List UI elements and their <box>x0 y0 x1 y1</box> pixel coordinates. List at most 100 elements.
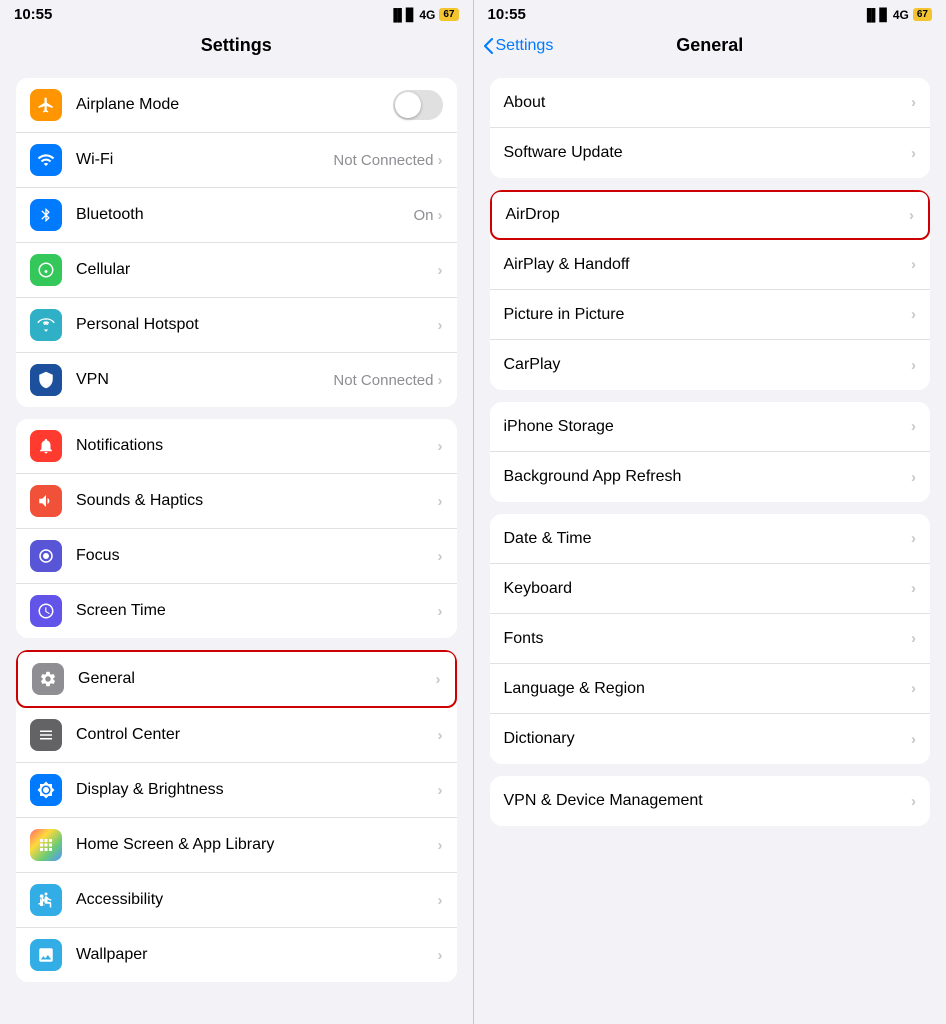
carplay-label: CarPlay <box>504 356 912 374</box>
row-sounds[interactable]: Sounds & Haptics › <box>16 474 457 529</box>
vpn-icon-wrap <box>30 364 62 396</box>
row-screentime[interactable]: Screen Time › <box>16 584 457 638</box>
airdrop-chevron: › <box>909 207 914 224</box>
notifs-chevron: › <box>438 438 443 455</box>
airplane-label: Airplane Mode <box>76 96 393 114</box>
homescreen-chevron: › <box>438 837 443 854</box>
status-icons-right: ▐▌▊ 4G 67 <box>863 8 932 22</box>
hotspot-chevron: › <box>438 317 443 334</box>
settings-header: Settings <box>0 27 473 66</box>
section-about: About › Software Update › <box>490 78 931 178</box>
airplane-icon-wrap <box>30 89 62 121</box>
section-general: General › Control Center › Displ <box>16 650 457 982</box>
row-vpn[interactable]: VPN Not Connected › <box>16 353 457 407</box>
row-cellular[interactable]: Cellular › <box>16 243 457 298</box>
softwareupdate-label: Software Update <box>504 144 912 162</box>
row-hotspot[interactable]: Personal Hotspot › <box>16 298 457 353</box>
accessibility-label: Accessibility <box>76 891 438 909</box>
row-about[interactable]: About › <box>490 78 931 128</box>
airplane-toggle[interactable] <box>393 90 443 120</box>
screentime-chevron: › <box>438 603 443 620</box>
row-fonts[interactable]: Fonts › <box>490 614 931 664</box>
row-display[interactable]: Display & Brightness › <box>16 763 457 818</box>
back-button[interactable]: Settings <box>484 37 554 55</box>
row-keyboard[interactable]: Keyboard › <box>490 564 931 614</box>
row-airdrop[interactable]: AirDrop › <box>490 190 931 240</box>
general-title: General <box>676 35 743 56</box>
wifi-label: Wi-Fi <box>76 151 333 169</box>
bluetooth-value: On <box>413 207 433 224</box>
homescreen-label: Home Screen & App Library <box>76 836 438 854</box>
language-chevron: › <box>911 680 916 697</box>
fonts-chevron: › <box>911 630 916 647</box>
wifi-chevron: › <box>438 152 443 169</box>
time-right: 10:55 <box>488 6 526 23</box>
battery-left: 67 <box>439 8 458 21</box>
notifs-icon-wrap <box>30 430 62 462</box>
focus-label: Focus <box>76 547 438 565</box>
left-scroll[interactable]: Airplane Mode Wi-Fi Not Connected › <box>0 66 473 1024</box>
row-general[interactable]: General › <box>16 650 457 708</box>
hotspot-label: Personal Hotspot <box>76 316 438 334</box>
network-type-right: 4G <box>893 8 909 22</box>
about-chevron: › <box>911 94 916 111</box>
right-scroll[interactable]: About › Software Update › AirDrop › AirP… <box>474 66 946 1024</box>
status-bar-right: 10:55 ▐▌▊ 4G 67 <box>474 0 946 27</box>
cellular-chevron: › <box>438 262 443 279</box>
section-airdrop: AirDrop › AirPlay & Handoff › Picture in… <box>490 190 931 390</box>
iphonestorage-label: iPhone Storage <box>504 418 912 436</box>
carplay-chevron: › <box>911 357 916 374</box>
row-airplay[interactable]: AirPlay & Handoff › <box>490 240 931 290</box>
cellular-icon-wrap <box>30 254 62 286</box>
sounds-chevron: › <box>438 493 443 510</box>
section-notifications: Notifications › Sounds & Haptics › <box>16 419 457 638</box>
bluetooth-chevron: › <box>438 207 443 224</box>
row-bgapprefresh[interactable]: Background App Refresh › <box>490 452 931 502</box>
vpn-chevron: › <box>438 372 443 389</box>
left-panel: 10:55 ▐▌▊ 4G 67 Settings Airplane Mode <box>0 0 474 1024</box>
row-vpndevice[interactable]: VPN & Device Management › <box>490 776 931 826</box>
airplay-chevron: › <box>911 256 916 273</box>
row-softwareupdate[interactable]: Software Update › <box>490 128 931 178</box>
bgapprefresh-label: Background App Refresh <box>504 468 912 486</box>
battery-right: 67 <box>913 8 932 21</box>
row-homescreen[interactable]: Home Screen & App Library › <box>16 818 457 873</box>
wifi-icon-wrap <box>30 144 62 176</box>
section-connectivity: Airplane Mode Wi-Fi Not Connected › <box>16 78 457 407</box>
vpn-value: Not Connected <box>333 372 433 389</box>
general-nav-header: Settings General <box>474 27 946 66</box>
section-storage: iPhone Storage › Background App Refresh … <box>490 402 931 502</box>
right-panel: 10:55 ▐▌▊ 4G 67 Settings General About ›… <box>474 0 946 1024</box>
row-carplay[interactable]: CarPlay › <box>490 340 931 390</box>
general-chevron: › <box>436 671 441 688</box>
screentime-icon-wrap <box>30 595 62 627</box>
row-iphonestorage[interactable]: iPhone Storage › <box>490 402 931 452</box>
settings-title: Settings <box>201 35 272 55</box>
section-vpnmgmt: VPN & Device Management › <box>490 776 931 826</box>
row-airplane[interactable]: Airplane Mode <box>16 78 457 133</box>
row-wifi[interactable]: Wi-Fi Not Connected › <box>16 133 457 188</box>
row-pictureinpicture[interactable]: Picture in Picture › <box>490 290 931 340</box>
row-bluetooth[interactable]: Bluetooth On › <box>16 188 457 243</box>
row-accessibility[interactable]: Accessibility › <box>16 873 457 928</box>
iphonestorage-chevron: › <box>911 418 916 435</box>
row-notifications[interactable]: Notifications › <box>16 419 457 474</box>
vpndevice-chevron: › <box>911 793 916 810</box>
accessibility-chevron: › <box>438 892 443 909</box>
row-wallpaper[interactable]: Wallpaper › <box>16 928 457 982</box>
row-controlcenter[interactable]: Control Center › <box>16 708 457 763</box>
wallpaper-icon-wrap <box>30 939 62 971</box>
dictionary-label: Dictionary <box>504 730 912 748</box>
controlcenter-label: Control Center <box>76 726 438 744</box>
section-datetime: Date & Time › Keyboard › Fonts › Languag… <box>490 514 931 764</box>
fonts-label: Fonts <box>504 630 912 648</box>
softwareupdate-chevron: › <box>911 145 916 162</box>
row-focus[interactable]: Focus › <box>16 529 457 584</box>
bluetooth-label: Bluetooth <box>76 206 413 224</box>
row-language[interactable]: Language & Region › <box>490 664 931 714</box>
wifi-value: Not Connected <box>333 152 433 169</box>
notifications-label: Notifications <box>76 437 438 455</box>
general-icon-wrap <box>32 663 64 695</box>
row-dictionary[interactable]: Dictionary › <box>490 714 931 764</box>
row-datetime[interactable]: Date & Time › <box>490 514 931 564</box>
